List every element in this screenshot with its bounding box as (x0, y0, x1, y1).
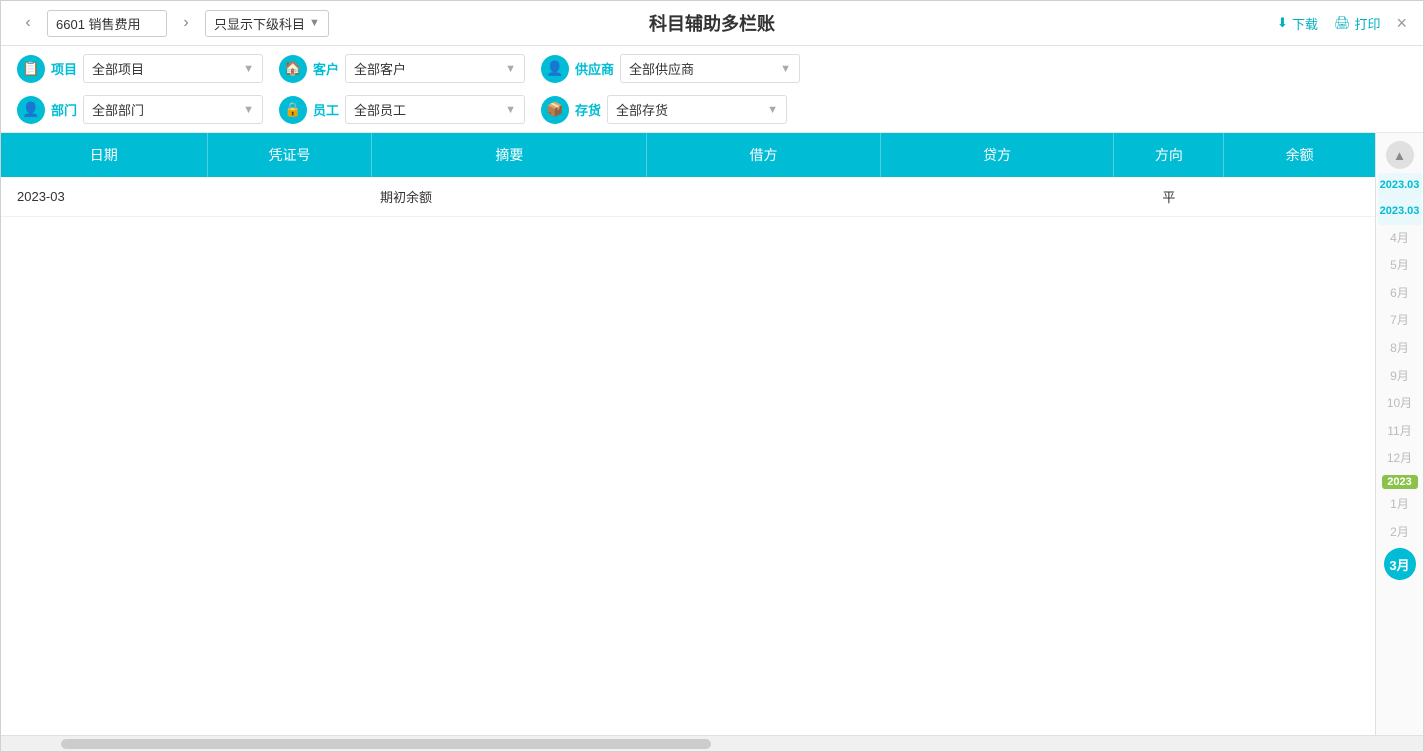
sidebar-month-1[interactable]: 1月 (1378, 491, 1422, 519)
filter-project: 📋 项目 全部项目 ▼ (17, 54, 263, 83)
cell-debit (647, 177, 881, 217)
supplier-icon: 👤 (541, 55, 569, 83)
customer-select[interactable]: 全部客户 ▼ (345, 54, 525, 83)
department-value: 全部部门 (92, 100, 144, 119)
page-title: 科目辅助多栏账 (649, 10, 775, 36)
sidebar-month-7[interactable]: 7月 (1378, 307, 1422, 335)
sidebar-month-8[interactable]: 8月 (1378, 335, 1422, 363)
filter-customer: 🏠 客户 全部客户 ▼ (279, 54, 525, 83)
inventory-value: 全部存货 (616, 100, 668, 119)
employee-icon: 🔒 (279, 96, 307, 124)
cell-credit (880, 177, 1114, 217)
employee-select[interactable]: 全部员工 ▼ (345, 95, 525, 124)
print-label: 打印 (1354, 14, 1380, 33)
col-debit: 借方 (647, 133, 881, 177)
inventory-select[interactable]: 全部存货 ▼ (607, 95, 787, 124)
sidebar-month-5[interactable]: 5月 (1378, 252, 1422, 280)
sidebar-period-2[interactable]: 2023.03 (1378, 199, 1422, 225)
customer-chevron: ▼ (505, 63, 516, 75)
customer-value: 全部客户 (354, 59, 406, 78)
sidebar-year-badge[interactable]: 2023 (1382, 475, 1418, 489)
employee-label: 员工 (313, 100, 339, 119)
col-date: 日期 (1, 133, 207, 177)
sidebar-month-2[interactable]: 2月 (1378, 519, 1422, 547)
employee-value: 全部员工 (354, 100, 406, 119)
titlebar: ‹ 6601 销售费用 › 只显示下级科目 ▼ 科目辅助多栏账 ⬇ 下载 🖨 打… (1, 1, 1423, 46)
cell-voucher (207, 177, 372, 217)
cell-balance (1224, 177, 1375, 217)
inventory-label: 存货 (575, 100, 601, 119)
cell-date: 2023-03 (1, 177, 207, 217)
customer-label: 客户 (313, 59, 339, 78)
department-icon: 👤 (17, 96, 45, 124)
supplier-label: 供应商 (575, 59, 614, 78)
show-sub-chevron: ▼ (309, 17, 320, 29)
next-account-btn[interactable]: › (175, 12, 197, 34)
cell-summary: 期初余额 (372, 177, 647, 217)
table-container: 日期 凭证号 摘要 借方 贷方 方向 余额 2023-03 期初余额 (1, 133, 1375, 735)
sidebar-month-12[interactable]: 12月 (1378, 445, 1422, 473)
ledger-table: 日期 凭证号 摘要 借方 贷方 方向 余额 2023-03 期初余额 (1, 133, 1375, 217)
sidebar-month-6[interactable]: 6月 (1378, 280, 1422, 308)
inventory-chevron: ▼ (767, 104, 778, 116)
download-label: 下载 (1292, 14, 1318, 33)
project-label: 项目 (51, 59, 77, 78)
col-summary: 摘要 (372, 133, 647, 177)
col-direction: 方向 (1114, 133, 1224, 177)
h-scrollbar[interactable] (61, 739, 711, 749)
show-sub-label: 只显示下级科目 (214, 14, 305, 33)
project-icon: 📋 (17, 55, 45, 83)
project-select[interactable]: 全部项目 ▼ (83, 54, 263, 83)
department-select[interactable]: 全部部门 ▼ (83, 95, 263, 124)
sidebar-month-9[interactable]: 9月 (1378, 363, 1422, 391)
prev-account-btn[interactable]: ‹ (17, 12, 39, 34)
scrollbar-area (1, 735, 1423, 751)
cell-direction: 平 (1114, 177, 1224, 217)
supplier-chevron: ▼ (780, 63, 791, 75)
filter-row-1: 📋 项目 全部项目 ▼ 🏠 客户 全部客户 ▼ (17, 54, 1407, 83)
table-header-row: 日期 凭证号 摘要 借方 贷方 方向 余额 (1, 133, 1375, 177)
titlebar-left: ‹ 6601 销售费用 › 只显示下级科目 ▼ (17, 10, 329, 37)
close-btn[interactable]: × (1396, 13, 1407, 34)
sidebar-month-4[interactable]: 4月 (1378, 225, 1422, 253)
filter-inventory: 📦 存货 全部存货 ▼ (541, 95, 787, 124)
col-balance: 余额 (1224, 133, 1375, 177)
project-chevron: ▼ (243, 63, 254, 75)
filter-area: 📋 项目 全部项目 ▼ 🏠 客户 全部客户 ▼ (1, 46, 1423, 133)
project-value: 全部项目 (92, 59, 144, 78)
customer-icon: 🏠 (279, 55, 307, 83)
download-icon: ⬇ (1277, 15, 1288, 31)
print-btn[interactable]: 🖨 打印 (1334, 14, 1381, 33)
filter-row-2: 👤 部门 全部部门 ▼ 🔒 员工 全部员工 ▼ (17, 95, 1407, 124)
filter-employee: 🔒 员工 全部员工 ▼ (279, 95, 525, 124)
sidebar-month-11[interactable]: 11月 (1378, 418, 1422, 446)
right-sidebar: ▲ 2023.03 2023.03 4月 5月 6月 7月 8月 9月 10月 … (1375, 133, 1423, 735)
download-btn[interactable]: ⬇ 下载 (1277, 14, 1318, 33)
col-voucher: 凭证号 (207, 133, 372, 177)
department-chevron: ▼ (243, 104, 254, 116)
sidebar-month-10[interactable]: 10月 (1378, 390, 1422, 418)
filter-department: 👤 部门 全部部门 ▼ (17, 95, 263, 124)
supplier-select[interactable]: 全部供应商 ▼ (620, 54, 800, 83)
col-credit: 贷方 (880, 133, 1114, 177)
sidebar-month-3-active[interactable]: 3月 (1384, 548, 1416, 580)
print-icon: 🖨 (1334, 15, 1351, 31)
show-sub-select[interactable]: 只显示下级科目 ▼ (205, 10, 329, 37)
supplier-value: 全部供应商 (629, 59, 694, 78)
titlebar-right: ⬇ 下载 🖨 打印 × (1277, 13, 1407, 34)
employee-chevron: ▼ (505, 104, 516, 116)
table-row: 2023-03 期初余额 平 (1, 177, 1375, 217)
sidebar-period-1[interactable]: 2023.03 (1378, 173, 1422, 199)
main-window: ‹ 6601 销售费用 › 只显示下级科目 ▼ 科目辅助多栏账 ⬇ 下载 🖨 打… (0, 0, 1424, 752)
department-label: 部门 (51, 100, 77, 119)
inventory-icon: 📦 (541, 96, 569, 124)
filter-supplier: 👤 供应商 全部供应商 ▼ (541, 54, 800, 83)
sidebar-up-btn[interactable]: ▲ (1386, 141, 1414, 169)
account-code: 6601 销售费用 (47, 10, 167, 37)
